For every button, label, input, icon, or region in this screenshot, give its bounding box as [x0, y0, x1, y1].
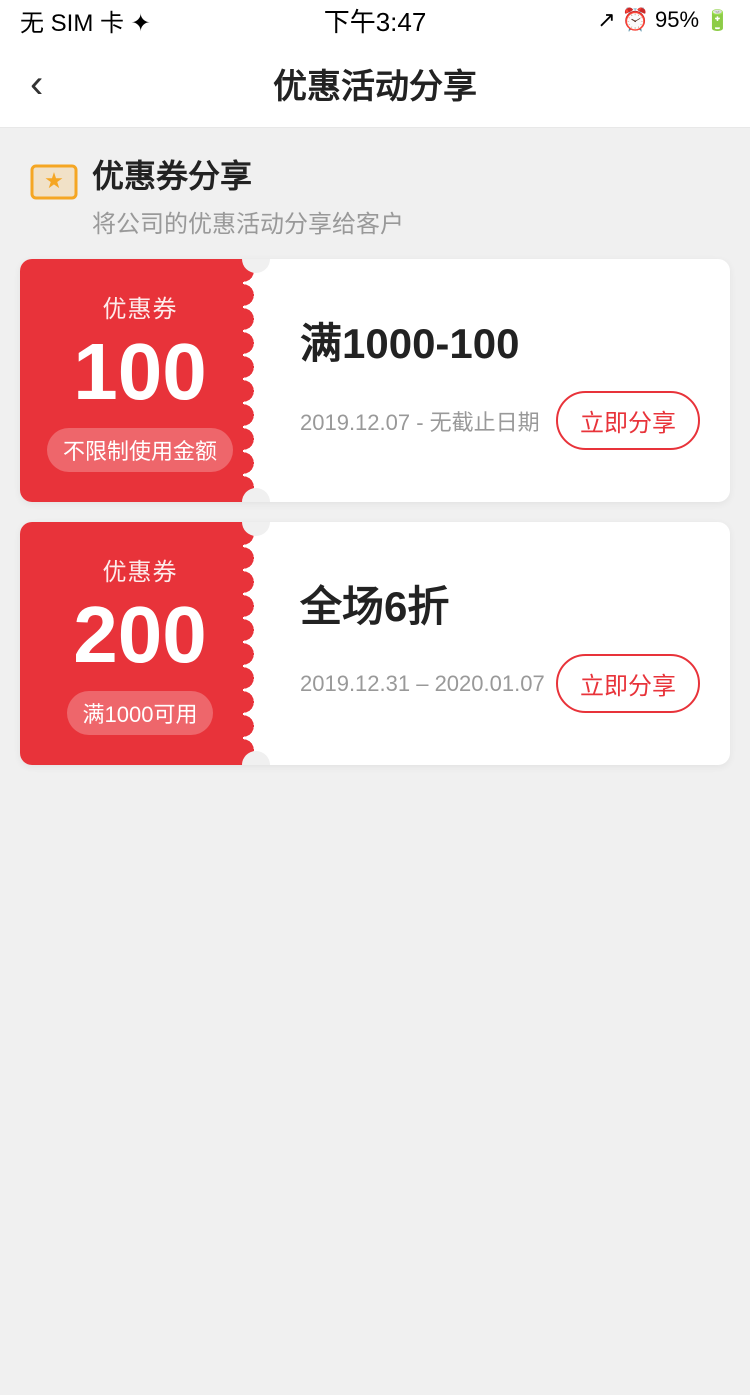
status-bar: 无 SIM 卡 ✦ 下午3:47 ↗ ⏰ 95% 🔋	[0, 0, 750, 40]
section-subtitle: 将公司的优惠活动分享给客户	[92, 204, 404, 239]
section-text: 优惠券分享 将公司的优惠活动分享给客户	[92, 156, 404, 239]
sim-status: 无 SIM 卡 ✦	[20, 3, 151, 38]
coupon-list: 优惠券 100 不限制使用金额 满1000-100 2019.12.07 - 无…	[0, 259, 750, 815]
battery-icon: 🔋	[705, 8, 730, 33]
coupon-date-2: 2019.12.31 – 2020.01.07	[300, 671, 546, 697]
status-time: 下午3:47	[324, 2, 427, 39]
coupon-amount-2: 200	[73, 595, 206, 675]
section-title: 优惠券分享	[92, 156, 404, 198]
coupon-card: 优惠券 100 不限制使用金额 满1000-100 2019.12.07 - 无…	[20, 259, 730, 502]
coupon-right-1: 满1000-100 2019.12.07 - 无截止日期 立即分享	[260, 259, 730, 502]
empty-area	[0, 815, 750, 1395]
coupon-label-1: 优惠券	[103, 289, 178, 324]
section-header: ★ 优惠券分享 将公司的优惠活动分享给客户	[0, 128, 750, 259]
coupon-date-1: 2019.12.07 - 无截止日期	[300, 405, 546, 437]
coupon-share-icon: ★	[30, 158, 78, 206]
share-button-1[interactable]: 立即分享	[556, 391, 700, 450]
share-button-2[interactable]: 立即分享	[556, 654, 700, 713]
coupon-title-2: 全场6折	[300, 573, 700, 634]
coupon-meta-2: 2019.12.31 – 2020.01.07 立即分享	[300, 654, 700, 713]
back-button[interactable]: ‹	[30, 64, 43, 104]
location-icon: ↗	[597, 7, 615, 33]
status-left: 无 SIM 卡 ✦	[20, 3, 151, 38]
coupon-condition-1: 不限制使用金额	[47, 428, 233, 472]
page-title: 优惠活动分享	[273, 59, 477, 108]
coupon-amount-1: 100	[73, 332, 206, 412]
nav-bar: ‹ 优惠活动分享	[0, 40, 750, 128]
coupon-card-2: 优惠券 200 满1000可用 全场6折 2019.12.31 – 2020.0…	[20, 522, 730, 765]
coupon-left-1: 优惠券 100 不限制使用金额	[20, 259, 260, 502]
coupon-label-2: 优惠券	[103, 552, 178, 587]
status-right: ↗ ⏰ 95% 🔋	[597, 7, 730, 33]
coupon-condition-2: 满1000可用	[67, 691, 214, 735]
battery-text: 95%	[655, 7, 699, 33]
coupon-title-1: 满1000-100	[300, 310, 700, 371]
svg-text:★: ★	[44, 168, 64, 193]
coupon-right-2: 全场6折 2019.12.31 – 2020.01.07 立即分享	[260, 522, 730, 765]
coupon-meta-1: 2019.12.07 - 无截止日期 立即分享	[300, 391, 700, 450]
alarm-icon: ⏰	[622, 7, 649, 33]
coupon-left-2: 优惠券 200 满1000可用	[20, 522, 260, 765]
